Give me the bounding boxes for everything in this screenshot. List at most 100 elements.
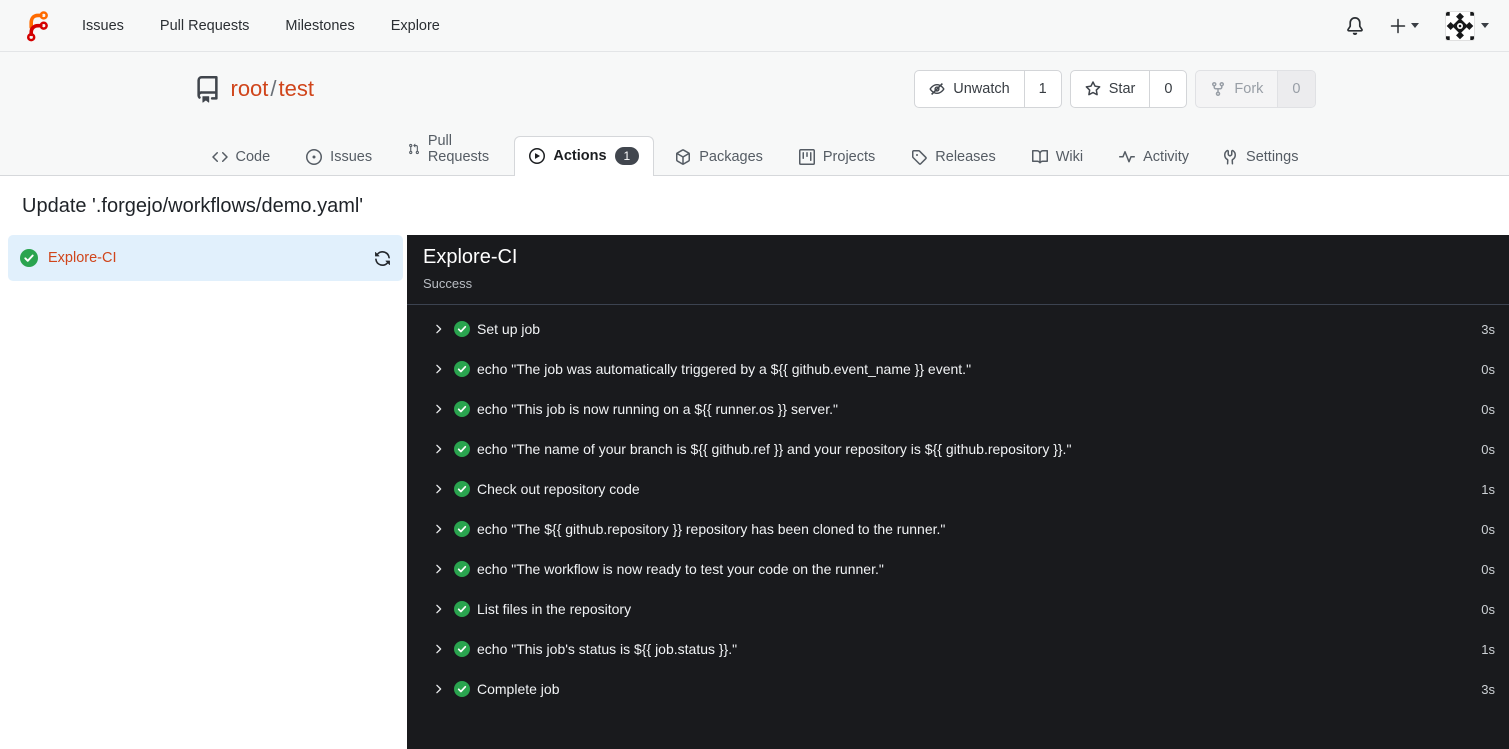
tab-projects[interactable]: Projects (784, 138, 890, 175)
step-row[interactable]: echo "This job is now running on a ${{ r… (407, 389, 1509, 429)
step-duration: 0s (1481, 601, 1495, 617)
job-label[interactable]: Explore-CI (48, 250, 117, 266)
chevron-right-icon[interactable] (431, 562, 445, 576)
notifications-bell-icon[interactable] (1346, 16, 1364, 35)
nav-link-issues[interactable]: Issues (64, 0, 142, 52)
package-icon (676, 149, 691, 165)
chevron-right-icon[interactable] (431, 482, 445, 496)
check-success-icon (454, 601, 470, 617)
chevron-right-icon[interactable] (431, 642, 445, 656)
step-label: echo "The workflow is now ready to test … (477, 561, 884, 577)
tab-pull-requests[interactable]: Pull Requests (393, 122, 508, 175)
sync-icon[interactable] (374, 250, 391, 267)
unwatch-button-group: Unwatch 1 (914, 70, 1062, 108)
check-success-icon (454, 321, 470, 337)
nav-link-milestones[interactable]: Milestones (267, 0, 372, 52)
step-duration: 0s (1481, 441, 1495, 457)
run-job-title: Explore-CI (423, 246, 518, 268)
tab-issues[interactable]: Issues (291, 138, 387, 175)
step-row[interactable]: Set up job 3s (407, 309, 1509, 349)
tag-icon (912, 150, 928, 165)
unwatch-label: Unwatch (953, 81, 1010, 97)
step-row[interactable]: echo "The job was automatically triggere… (407, 349, 1509, 389)
check-success-icon (454, 681, 470, 697)
tab-settings[interactable]: Settings (1207, 138, 1313, 175)
repo-tab-bar: Code Issues Pull Requests Actions 1 Pack… (194, 122, 1316, 176)
tab-actions[interactable]: Actions 1 (514, 136, 655, 176)
step-row[interactable]: List files in the repository 0s (407, 589, 1509, 629)
chevron-right-icon[interactable] (431, 362, 445, 376)
nav-link-explore[interactable]: Explore (373, 0, 458, 52)
job-item-explore-ci[interactable]: Explore-CI (8, 235, 403, 281)
pull-request-icon (409, 143, 420, 155)
tab-packages[interactable]: Packages (660, 138, 778, 175)
caret-down-icon (1481, 23, 1489, 28)
check-success-icon (454, 361, 470, 377)
tab-label: Code (235, 149, 271, 165)
step-row[interactable]: echo "The workflow is now ready to test … (407, 549, 1509, 589)
chevron-right-icon[interactable] (431, 602, 445, 616)
tab-label: Pull Requests (427, 133, 490, 165)
run-panel-header: Explore-CI Success (407, 235, 1509, 305)
step-label: Check out repository code (477, 481, 640, 497)
chevron-right-icon[interactable] (431, 682, 445, 696)
check-success-icon (454, 441, 470, 457)
step-duration: 1s (1481, 481, 1495, 497)
step-label: echo "This job's status is ${{ job.statu… (477, 641, 738, 657)
avatar (1445, 10, 1475, 41)
tab-code[interactable]: Code (197, 138, 286, 175)
step-row[interactable]: echo "The ${{ github.repository }} repos… (407, 509, 1509, 549)
nav-link-pull-requests[interactable]: Pull Requests (142, 0, 267, 52)
eye-slash-icon (929, 83, 945, 95)
run-log-panel: Explore-CI Success Set up job 3s echo "T… (407, 235, 1509, 749)
star-button-group: Star 0 (1069, 70, 1188, 108)
top-navbar: Issues Pull Requests Milestones Explore (0, 0, 1509, 52)
tab-activity[interactable]: Activity (1104, 138, 1204, 175)
step-row[interactable]: echo "The name of your branch is ${{ git… (407, 429, 1509, 469)
step-duration: 3s (1481, 681, 1495, 697)
repo-name-link[interactable]: test (279, 76, 314, 101)
step-row[interactable]: Check out repository code 1s (407, 469, 1509, 509)
workflow-run-view: Explore-CI Explore-CI Success Set up job… (0, 235, 1509, 749)
pulse-icon (1119, 151, 1136, 163)
step-duration: 0s (1481, 401, 1495, 417)
run-status: Success (423, 276, 473, 291)
chevron-right-icon[interactable] (431, 522, 445, 536)
repo-separator: / (270, 76, 277, 101)
forgejo-logo-icon[interactable] (20, 10, 52, 42)
fork-label: Fork (1234, 81, 1264, 97)
watchers-count[interactable]: 1 (1023, 71, 1061, 107)
tab-label: Packages (699, 149, 763, 165)
step-row[interactable]: Complete job 3s (407, 669, 1509, 709)
page-title: Update '.forgejo/workflows/demo.yaml' (22, 195, 364, 217)
step-row[interactable]: echo "This job's status is ${{ job.statu… (407, 629, 1509, 669)
tab-label: Settings (1246, 149, 1299, 165)
plus-icon (1390, 18, 1406, 33)
repo-book-icon (194, 75, 221, 103)
step-label: echo "The name of your branch is ${{ git… (477, 441, 1072, 457)
tab-label: Issues (330, 149, 373, 165)
create-new-dropdown[interactable] (1390, 18, 1419, 34)
step-label: Set up job (477, 321, 541, 337)
step-duration: 3s (1481, 321, 1495, 337)
tools-icon (1224, 149, 1237, 165)
repo-owner-link[interactable]: root (231, 76, 269, 101)
star-label: Star (1108, 81, 1136, 97)
unwatch-button[interactable]: Unwatch (915, 71, 1023, 107)
step-duration: 0s (1481, 561, 1495, 577)
tab-label: Releases (935, 149, 996, 165)
star-button[interactable]: Star (1071, 71, 1150, 107)
chevron-right-icon[interactable] (431, 402, 445, 416)
step-duration: 0s (1481, 521, 1495, 537)
chevron-right-icon[interactable] (431, 322, 445, 336)
tab-releases[interactable]: Releases (896, 138, 1010, 175)
chevron-right-icon[interactable] (431, 442, 445, 456)
user-menu-dropdown[interactable] (1445, 10, 1489, 41)
tab-label: Actions (553, 148, 607, 164)
tab-label: Wiki (1055, 149, 1084, 165)
issue-icon (306, 149, 323, 165)
stars-count[interactable]: 0 (1149, 71, 1186, 107)
check-success-icon (454, 641, 470, 657)
fork-icon (1212, 82, 1225, 97)
tab-wiki[interactable]: Wiki (1017, 138, 1098, 175)
